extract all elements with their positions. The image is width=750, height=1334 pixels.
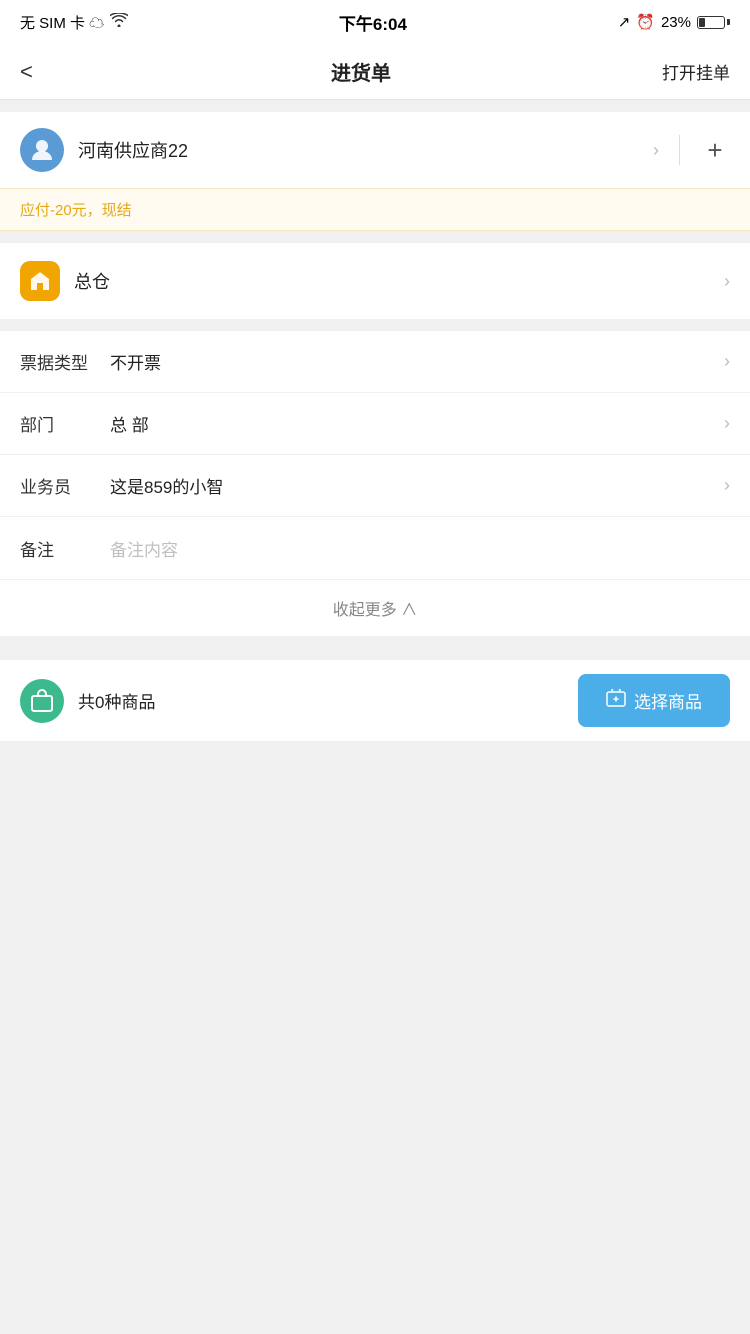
page-background — [0, 741, 750, 1041]
form-section: 票据类型 不开票 › 部门 总 部 › 业务员 这是859的小智 › 备注 备注… — [0, 331, 750, 579]
sim-label: 无 SIM 卡 ☁ — [20, 12, 104, 33]
select-product-button[interactable]: 选择商品 — [578, 674, 730, 727]
product-icon — [20, 679, 64, 723]
warehouse-name: 总仓 — [74, 268, 724, 294]
supplier-chevron-icon: › — [653, 140, 659, 161]
alarm-icon: ⏰ — [636, 13, 655, 31]
product-bar: 共0种商品 选择商品 — [0, 660, 750, 741]
status-left: 无 SIM 卡 ☁ — [20, 12, 128, 33]
page-title: 进货单 — [331, 57, 391, 86]
collapse-label: 收起更多 ∧ — [333, 596, 417, 620]
section-gap-2 — [0, 636, 750, 648]
select-product-label: 选择商品 — [634, 688, 702, 713]
supplier-name: 河南供应商22 — [78, 137, 653, 163]
open-pending-button[interactable]: 打开挂单 — [662, 59, 730, 84]
invoice-row[interactable]: 票据类型 不开票 › — [0, 331, 750, 393]
product-count-label: 共0种商品 — [78, 688, 578, 713]
add-supplier-button[interactable]: + — [700, 135, 730, 166]
salesperson-row[interactable]: 业务员 这是859的小智 › — [0, 455, 750, 517]
collapse-button[interactable]: 收起更多 ∧ — [0, 579, 750, 636]
dept-chevron-icon: › — [724, 413, 730, 434]
warehouse-row[interactable]: 总仓 › — [0, 243, 750, 319]
salesperson-value: 这是859的小智 — [110, 473, 724, 498]
battery-icon — [697, 16, 730, 29]
remark-label: 备注 — [20, 536, 110, 561]
status-time: 下午6:04 — [339, 10, 407, 35]
invoice-value: 不开票 — [110, 349, 724, 374]
notice-bar: 应付-20元，现结 — [0, 188, 750, 231]
location-icon: ↗ — [618, 13, 631, 31]
section-gap-1 — [0, 100, 750, 112]
dept-value: 总 部 — [110, 411, 724, 436]
supplier-row[interactable]: 河南供应商22 › + — [0, 112, 750, 188]
warehouse-chevron-icon: › — [724, 271, 730, 292]
status-right: ↗ ⏰ 23% — [618, 13, 730, 31]
supplier-avatar — [20, 128, 64, 172]
supplier-divider — [679, 135, 680, 165]
remark-row[interactable]: 备注 备注内容 — [0, 517, 750, 579]
supplier-section: 河南供应商22 › + 应付-20元，现结 — [0, 112, 750, 231]
salesperson-label: 业务员 — [20, 473, 110, 498]
back-button[interactable]: < — [20, 59, 60, 85]
remark-input[interactable]: 备注内容 — [110, 536, 730, 561]
select-product-icon — [606, 689, 626, 712]
salesperson-chevron-icon: › — [724, 475, 730, 496]
battery-pct: 23% — [661, 14, 691, 31]
dept-label: 部门 — [20, 411, 110, 436]
invoice-chevron-icon: › — [724, 351, 730, 372]
invoice-label: 票据类型 — [20, 349, 110, 374]
warehouse-icon — [20, 261, 60, 301]
nav-bar: < 进货单 打开挂单 — [0, 44, 750, 100]
wifi-icon — [110, 13, 128, 31]
dept-row[interactable]: 部门 总 部 › — [0, 393, 750, 455]
status-bar: 无 SIM 卡 ☁ 下午6:04 ↗ ⏰ 23% — [0, 0, 750, 44]
